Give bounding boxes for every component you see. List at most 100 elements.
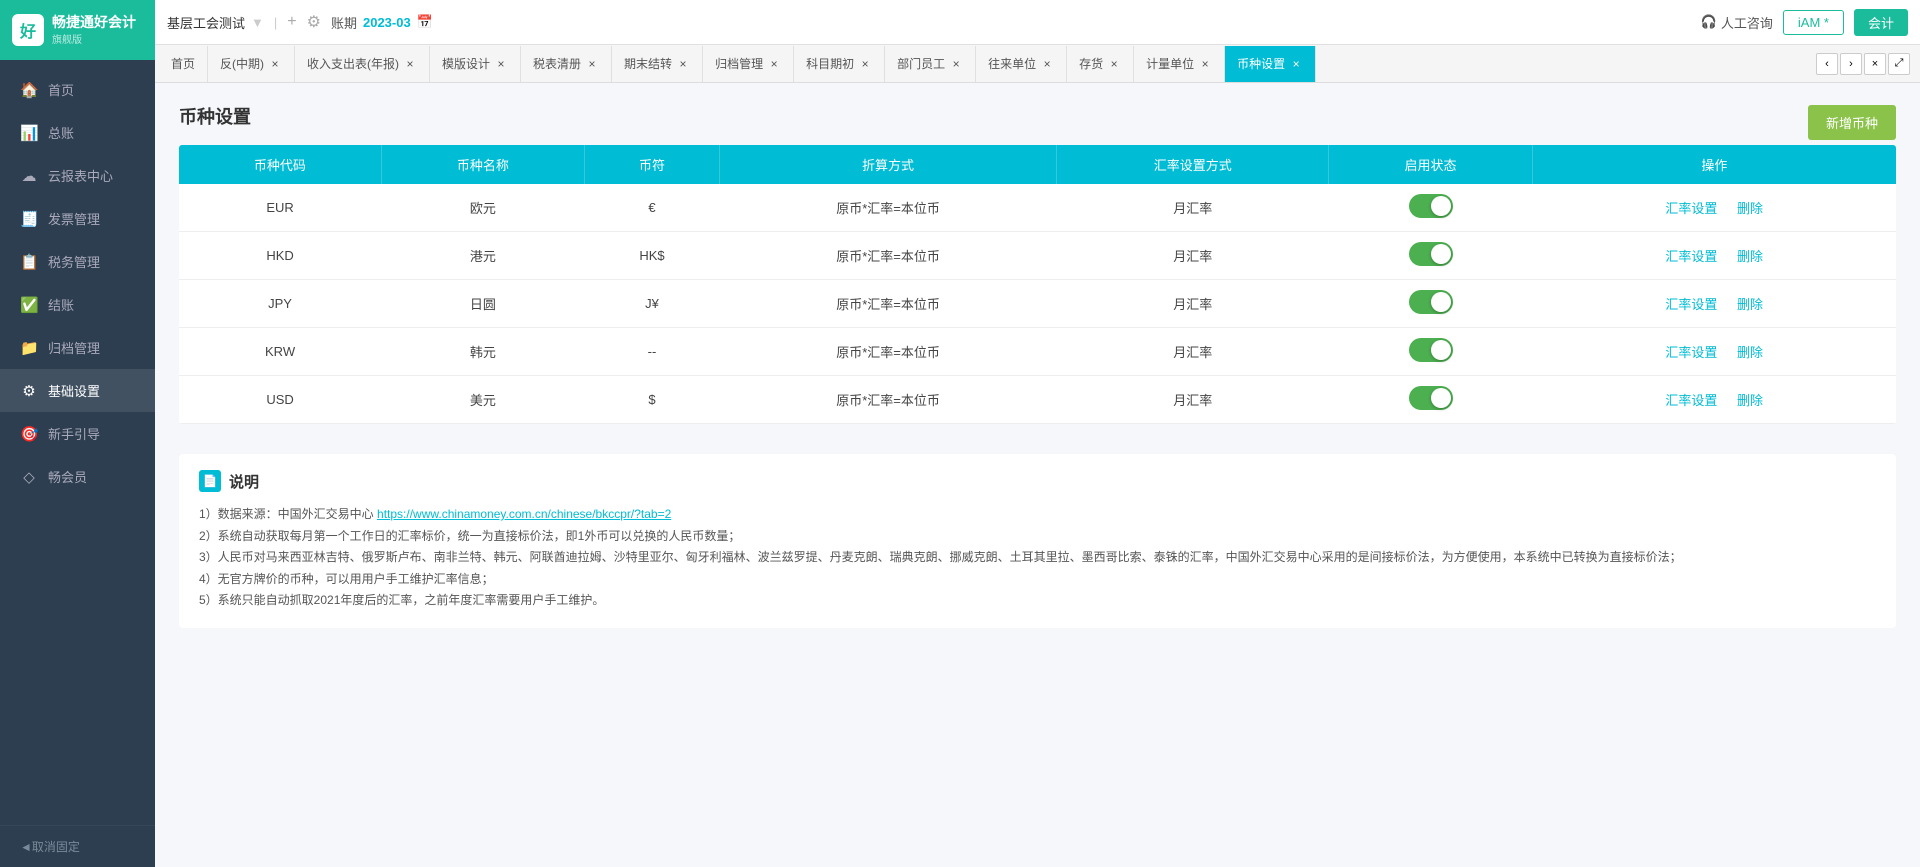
sidebar-item-guide[interactable]: 🎯 新手引导 (0, 412, 155, 455)
tab-label: 部门员工 (897, 55, 945, 72)
toggle-switch[interactable] (1409, 242, 1453, 266)
tab-unit[interactable]: 计量单位 × (1134, 46, 1225, 82)
toggle-switch[interactable] (1409, 338, 1453, 362)
sidebar-item-label: 归档管理 (48, 338, 100, 357)
delete-link[interactable]: 删除 (1737, 393, 1763, 408)
tab-close-icon[interactable]: × (585, 57, 599, 71)
cell-rate-type: 月汇率 (1057, 328, 1329, 376)
notes-icon: 📄 (199, 470, 221, 492)
tab-close-icon[interactable]: × (1107, 57, 1121, 71)
help-label: 人工咨询 (1721, 13, 1773, 32)
tab-close-icon[interactable]: × (949, 57, 963, 71)
rate-setting-link[interactable]: 汇率设置 (1665, 345, 1717, 360)
checkout-icon: ✅ (20, 296, 38, 314)
table-row: JPY 日圆 J¥ 原币*汇率=本位币 月汇率 汇率设置 删除 (179, 280, 1896, 328)
sidebar-item-tax[interactable]: 📋 税务管理 (0, 240, 155, 283)
tab-close-all-btn[interactable]: × (1864, 53, 1886, 75)
archive-icon: 📁 (20, 339, 38, 357)
cell-code: EUR (179, 184, 381, 232)
sidebar-item-home[interactable]: 🏠 首页 (0, 68, 155, 111)
sidebar-item-reports[interactable]: ☁ 云报表中心 (0, 154, 155, 197)
cell-actions: 汇率设置 删除 (1532, 184, 1896, 232)
tab-label: 币种设置 (1237, 55, 1285, 72)
tab-close-icon[interactable]: × (268, 57, 282, 71)
toggle-switch[interactable] (1409, 194, 1453, 218)
sidebar-item-settings[interactable]: ⚙ 基础设置 (0, 369, 155, 412)
tab-tax-table[interactable]: 税表清册 × (521, 46, 612, 82)
cell-status (1329, 376, 1532, 424)
tab-close-icon[interactable]: × (494, 57, 508, 71)
tab-party[interactable]: 往来单位 × (976, 46, 1067, 82)
sidebar-item-invoice[interactable]: 🧾 发票管理 (0, 197, 155, 240)
tab-period-close[interactable]: 期末结转 × (612, 46, 703, 82)
sidebar-item-member[interactable]: ◇ 畅会员 (0, 455, 155, 498)
tab-close-icon[interactable]: × (858, 57, 872, 71)
delete-link[interactable]: 删除 (1737, 345, 1763, 360)
col-status: 启用状态 (1329, 145, 1532, 184)
tab-prev-btn[interactable]: ‹ (1816, 53, 1838, 75)
settings-btn[interactable]: ⚙ (307, 12, 321, 32)
table-row: KRW 韩元 -- 原币*汇率=本位币 月汇率 汇率设置 删除 (179, 328, 1896, 376)
note-item: 2）系统自动获取每月第一个工作日的汇率标价，统一为直接标价法，即1外币可以兑换的… (199, 526, 1876, 548)
tab-close-icon[interactable]: × (403, 57, 417, 71)
topbar: 基层工会测试 ▼ | + ⚙ 账期 2023-03 📅 🎧 人工咨询 iAM *… (155, 0, 1920, 45)
app-edition: 旗舰版 (52, 31, 136, 46)
cell-name: 欧元 (381, 184, 584, 232)
delete-link[interactable]: 删除 (1737, 249, 1763, 264)
settings-icon: ⚙ (20, 382, 38, 400)
cell-actions: 汇率设置 删除 (1532, 376, 1896, 424)
tab-interim[interactable]: 反(中期) × (208, 46, 295, 82)
tab-close-icon[interactable]: × (1198, 57, 1212, 71)
rate-setting-link[interactable]: 汇率设置 (1665, 393, 1717, 408)
sidebar-item-label: 税务管理 (48, 252, 100, 271)
calendar-icon[interactable]: 📅 (417, 14, 433, 30)
tab-inventory[interactable]: 存货 × (1067, 46, 1134, 82)
dropdown-arrow[interactable]: ▼ (251, 15, 264, 30)
tab-close-icon[interactable]: × (1289, 57, 1303, 71)
tab-annual[interactable]: 收入支出表(年报) × (295, 46, 430, 82)
cell-rate-type: 月汇率 (1057, 376, 1329, 424)
cell-symbol: $ (585, 376, 720, 424)
topbar-sep1: | (274, 15, 277, 30)
new-currency-button[interactable]: 新增币种 (1808, 105, 1896, 140)
tab-expand-btn[interactable]: ⤢ (1888, 53, 1910, 75)
cell-name: 韩元 (381, 328, 584, 376)
delete-link[interactable]: 删除 (1737, 201, 1763, 216)
sidebar-item-archive[interactable]: 📁 归档管理 (0, 326, 155, 369)
topbar-right: 🎧 人工咨询 iAM * 会计 (1701, 9, 1908, 36)
tab-currency[interactable]: 币种设置 × (1225, 46, 1316, 82)
tab-close-icon[interactable]: × (676, 57, 690, 71)
sidebar-item-ledger[interactable]: 📊 总账 (0, 111, 155, 154)
delete-link[interactable]: 删除 (1737, 297, 1763, 312)
rate-setting-link[interactable]: 汇率设置 (1665, 249, 1717, 264)
tax-icon: 📋 (20, 253, 38, 271)
tab-next-btn[interactable]: › (1840, 53, 1862, 75)
sidebar-item-label: 新手引导 (48, 424, 100, 443)
iam-button[interactable]: iAM * (1783, 10, 1844, 35)
rate-setting-link[interactable]: 汇率设置 (1665, 297, 1717, 312)
toggle-switch[interactable] (1409, 386, 1453, 410)
cell-name: 美元 (381, 376, 584, 424)
accountant-button[interactable]: 会计 (1854, 9, 1908, 36)
sidebar: 好 畅捷通好会计 旗舰版 🏠 首页 📊 总账 ☁ 云报表中心 🧾 发票管理 📋 … (0, 0, 155, 867)
tab-close-icon[interactable]: × (1040, 57, 1054, 71)
unpin-button[interactable]: ◄取消固定 (0, 825, 155, 867)
tab-close-icon[interactable]: × (767, 57, 781, 71)
tab-home[interactable]: 首页 (159, 46, 208, 82)
cell-symbol: -- (585, 328, 720, 376)
sidebar-item-checkout[interactable]: ✅ 结账 (0, 283, 155, 326)
tab-template[interactable]: 模版设计 × (430, 46, 521, 82)
tab-subject[interactable]: 科目期初 × (794, 46, 885, 82)
notes-link[interactable]: https://www.chinamoney.com.cn/chinese/bk… (377, 507, 671, 521)
rate-setting-link[interactable]: 汇率设置 (1665, 201, 1717, 216)
currency-table: 币种代码 币种名称 币符 折算方式 汇率设置方式 启用状态 操作 EUR 欧元 … (179, 145, 1896, 424)
help-button[interactable]: 🎧 人工咨询 (1701, 13, 1773, 32)
add-company-btn[interactable]: + (287, 13, 296, 31)
cell-actions: 汇率设置 删除 (1532, 280, 1896, 328)
tab-dept[interactable]: 部门员工 × (885, 46, 976, 82)
sidebar-item-label: 畅会员 (48, 467, 87, 486)
sidebar-item-label: 发票管理 (48, 209, 100, 228)
toggle-switch[interactable] (1409, 290, 1453, 314)
unpin-label: ◄取消固定 (20, 838, 80, 855)
tab-archive[interactable]: 归档管理 × (703, 46, 794, 82)
